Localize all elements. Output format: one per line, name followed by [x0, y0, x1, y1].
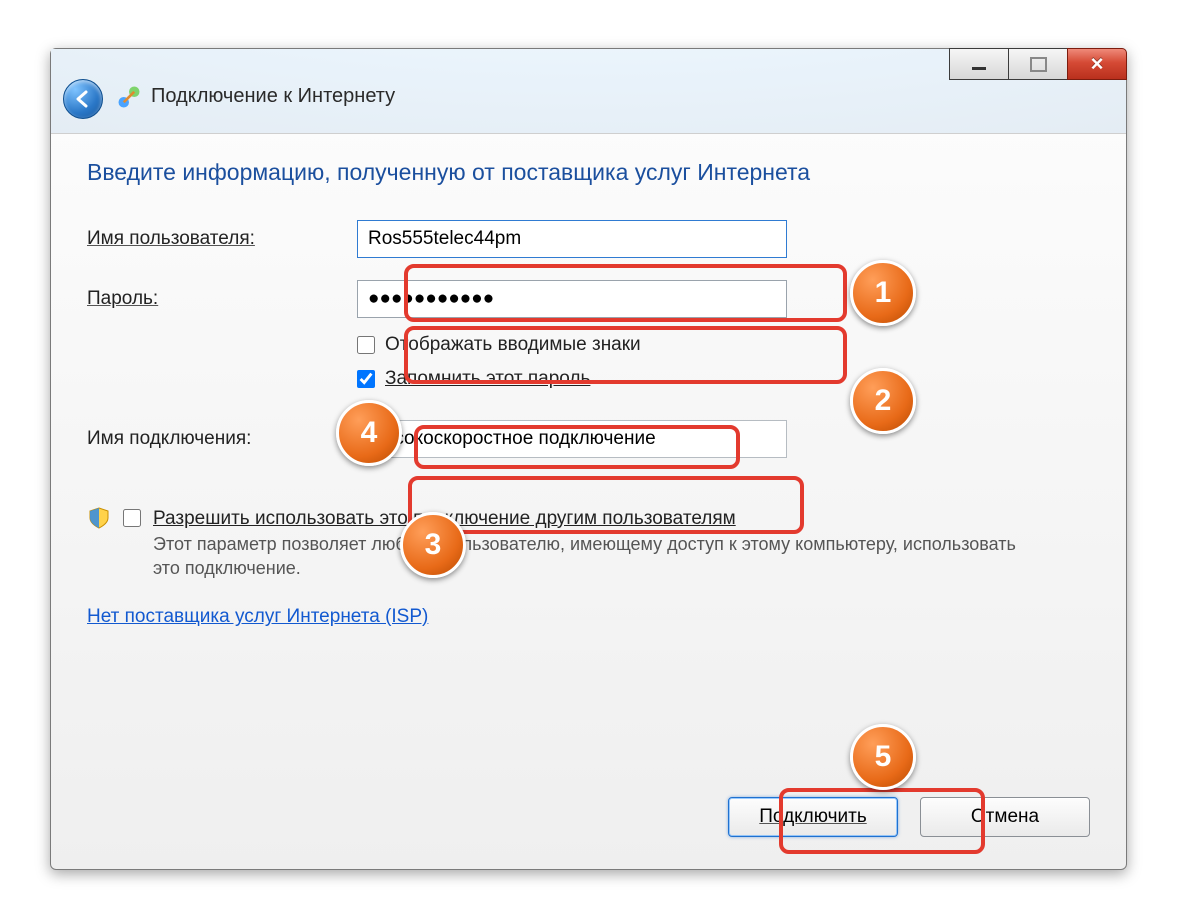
- username-row: Имя пользователя:: [87, 220, 1090, 258]
- minimize-button[interactable]: [949, 48, 1009, 80]
- allow-others-description: Этот параметр позволяет любому пользоват…: [153, 532, 1033, 581]
- show-characters-label: Отображать вводимые знаки: [385, 334, 641, 356]
- maximize-button[interactable]: [1008, 48, 1068, 80]
- wizard-body: Введите информацию, полученную от постав…: [87, 159, 1090, 771]
- wizard-window: Подключение к Интернету × Введите информ…: [50, 48, 1127, 870]
- shield-icon: [87, 506, 111, 530]
- window-title: Подключение к Интернету: [151, 85, 395, 108]
- no-isp-link[interactable]: Нет поставщика услуг Интернета (ISP): [87, 606, 428, 628]
- show-characters-row: Отображать вводимые знаки: [357, 334, 1090, 356]
- arrow-left-icon: [72, 88, 94, 110]
- connect-button-label: Подключить: [759, 806, 866, 827]
- username-input[interactable]: [357, 220, 787, 258]
- remember-password-checkbox[interactable]: [357, 370, 375, 388]
- remember-password-label: Запомнить этот пароль: [385, 368, 590, 390]
- cancel-button[interactable]: Отмена: [920, 797, 1090, 837]
- connection-name-input[interactable]: [357, 420, 787, 458]
- close-button[interactable]: ×: [1067, 48, 1127, 80]
- footer-buttons: Подключить Отмена: [728, 797, 1090, 837]
- allow-others-checkbox[interactable]: [123, 509, 141, 527]
- page-heading: Введите информацию, полученную от постав…: [87, 159, 1090, 186]
- connection-name-row: Имя подключения:: [87, 420, 1090, 458]
- title-bar: Подключение к Интернету ×: [51, 49, 1126, 134]
- back-button[interactable]: [63, 79, 103, 119]
- show-characters-checkbox[interactable]: [357, 336, 375, 354]
- connection-name-label: Имя подключения:: [87, 428, 357, 450]
- network-icon: [115, 83, 143, 111]
- connect-button[interactable]: Подключить: [728, 797, 898, 837]
- username-label: Имя пользователя:: [87, 228, 357, 250]
- password-options: Отображать вводимые знаки Запомнить этот…: [357, 334, 1090, 390]
- remember-password-row: Запомнить этот пароль: [357, 368, 1090, 390]
- allow-others-section: Разрешить использовать это подключение д…: [87, 506, 1090, 580]
- maximize-icon: [1030, 57, 1047, 72]
- minimize-icon: [972, 67, 986, 70]
- password-input[interactable]: [357, 280, 787, 318]
- window-control-buttons: ×: [950, 48, 1127, 80]
- allow-others-label: Разрешить использовать это подключение д…: [153, 506, 1033, 532]
- close-icon: ×: [1091, 53, 1104, 75]
- password-label: Пароль:: [87, 288, 357, 310]
- password-row: Пароль:: [87, 280, 1090, 318]
